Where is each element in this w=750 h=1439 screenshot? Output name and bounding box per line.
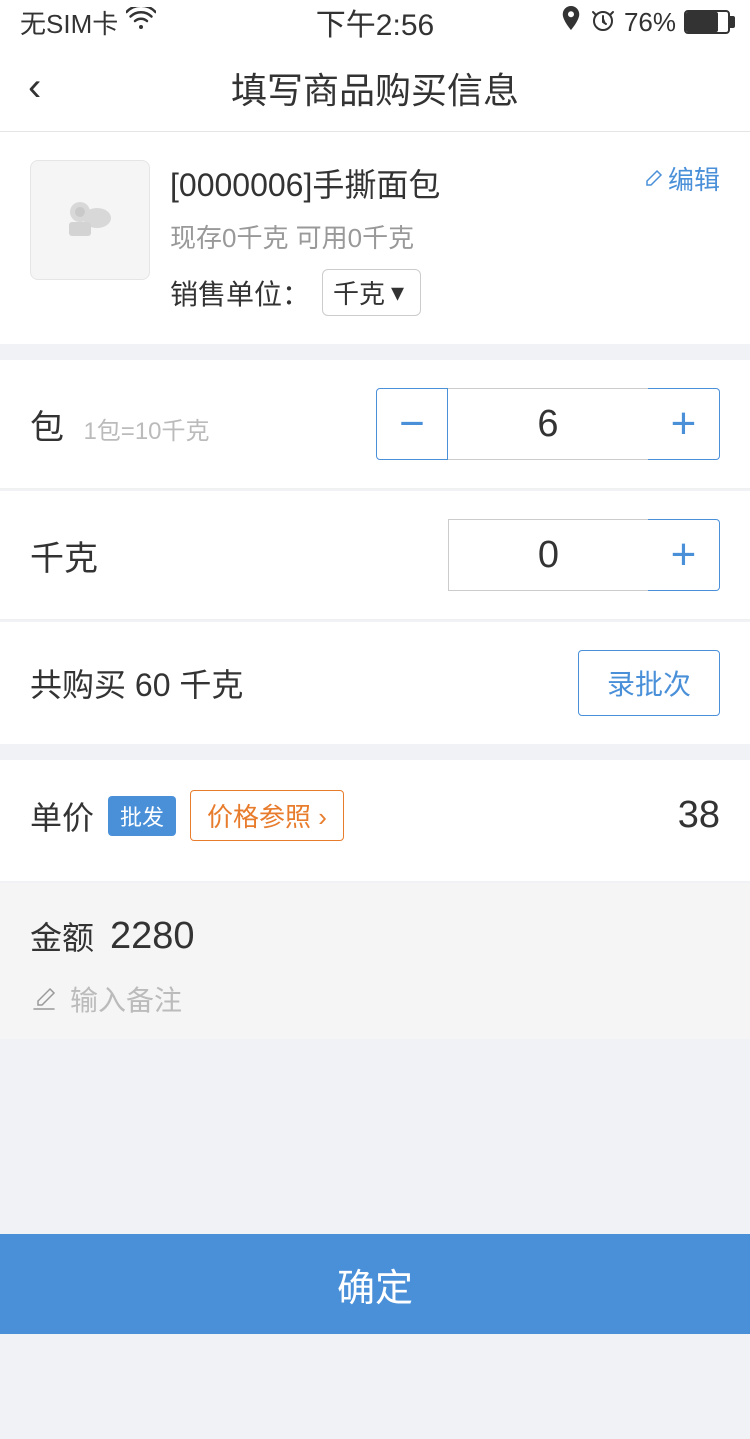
total-row: 共购买 60 千克 录批次 — [0, 622, 750, 744]
amount-section: 金额 2280 输入备注 — [0, 883, 750, 1039]
qty-plus-kg[interactable]: + — [648, 519, 720, 591]
status-time: 下午2:56 — [316, 0, 434, 44]
qty-control-pack: − + — [376, 388, 720, 460]
price-value: 38 — [678, 794, 720, 837]
batch-button[interactable]: 录批次 — [578, 650, 720, 716]
price-row: 单价 批发 价格参照 › 38 — [30, 790, 720, 841]
price-label: 单价 — [30, 793, 94, 839]
tag-pifa: 批发 — [108, 796, 176, 836]
confirm-button[interactable]: 确定 — [0, 1234, 750, 1334]
qty-label-pack: 包 1包=10千克 — [30, 400, 376, 449]
back-button[interactable]: ‹ — [28, 65, 41, 110]
product-stock: 现存0千克 可用0千克 — [170, 218, 720, 255]
note-row[interactable]: 输入备注 — [30, 979, 720, 1019]
wifi-icon — [126, 7, 156, 38]
product-card: [0000006]手撕面包 编辑 现存0千克 可用0千克 销售单位： 千克 ▾ — [0, 132, 750, 344]
qty-row-pack: 包 1包=10千克 − + — [0, 360, 750, 489]
qty-plus-pack[interactable]: + — [648, 388, 720, 460]
qty-input-kg[interactable] — [448, 519, 648, 591]
edit-button[interactable]: 编辑 — [642, 160, 720, 197]
carrier-text: 无SIM卡 — [20, 4, 118, 41]
note-placeholder: 输入备注 — [70, 979, 182, 1019]
product-thumbnail — [30, 160, 150, 280]
amount-row: 金额 2280 — [30, 913, 720, 959]
nav-bar: ‹ 填写商品购买信息 — [0, 44, 750, 132]
product-unit-row: 销售单位： 千克 ▾ — [170, 269, 720, 316]
qty-control-kg: + — [448, 519, 720, 591]
qty-row-kg: 千克 + — [0, 491, 750, 620]
qty-minus-pack[interactable]: − — [376, 388, 448, 460]
unit-dropdown[interactable]: 千克 ▾ — [322, 269, 421, 316]
qty-label-kg: 千克 — [30, 531, 448, 580]
total-text: 共购买 60 千克 — [30, 660, 243, 706]
status-right: 76% — [560, 6, 730, 39]
amount-value: 2280 — [110, 915, 195, 958]
qty-input-pack[interactable] — [448, 388, 648, 460]
location-icon — [560, 6, 582, 39]
qty-hint-pack: 1包=10千克 — [83, 418, 209, 445]
battery-icon — [684, 10, 730, 34]
product-info: [0000006]手撕面包 编辑 现存0千克 可用0千克 销售单位： 千克 ▾ — [170, 160, 720, 316]
price-section: 单价 批发 价格参照 › 38 — [0, 760, 750, 881]
battery-percent: 76% — [624, 7, 676, 38]
product-name: [0000006]手撕面包 — [170, 160, 440, 206]
status-left: 无SIM卡 — [20, 4, 156, 41]
amount-label: 金额 — [30, 913, 94, 959]
status-bar: 无SIM卡 下午2:56 76% — [0, 0, 750, 44]
alarm-icon — [590, 6, 616, 39]
price-label-group: 单价 批发 价格参照 › — [30, 790, 344, 841]
price-ref-button[interactable]: 价格参照 › — [190, 790, 344, 841]
page-title: 填写商品购买信息 — [231, 62, 519, 114]
